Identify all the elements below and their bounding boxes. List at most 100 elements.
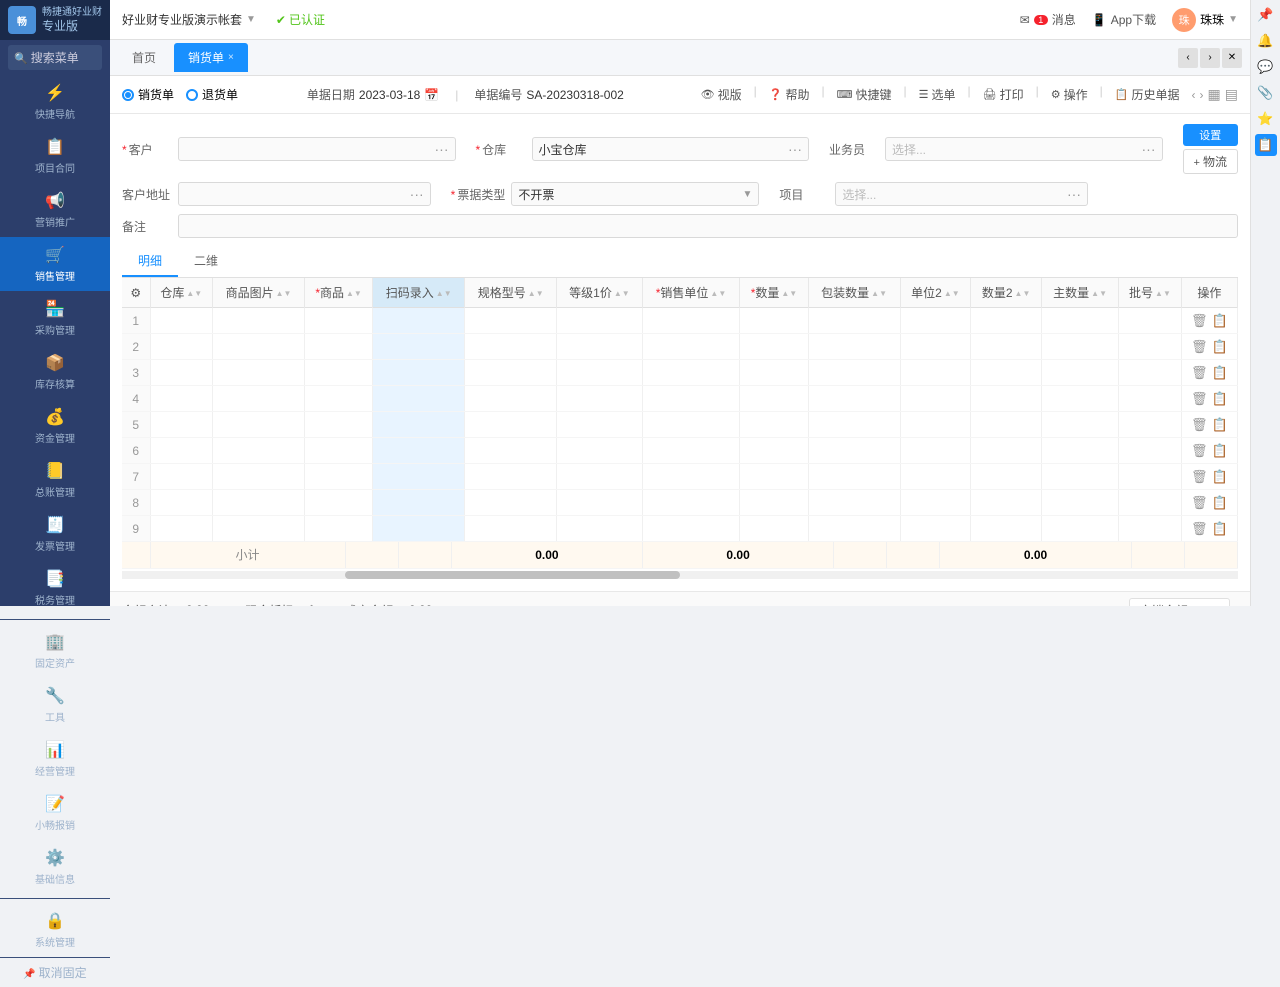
row-product[interactable] bbox=[304, 412, 372, 438]
row-spec[interactable] bbox=[465, 360, 557, 386]
row-image[interactable] bbox=[213, 360, 305, 386]
row-batch-import[interactable] bbox=[373, 308, 465, 334]
row-warehouse[interactable] bbox=[150, 516, 213, 542]
row-qty[interactable] bbox=[740, 412, 808, 438]
row-product[interactable] bbox=[304, 516, 372, 542]
row-sales-unit[interactable] bbox=[642, 412, 740, 438]
address-input[interactable]: ··· bbox=[178, 182, 431, 206]
row-spec[interactable] bbox=[465, 386, 557, 412]
customer-input[interactable]: ··· bbox=[178, 137, 456, 161]
row-sales-unit[interactable] bbox=[642, 386, 740, 412]
table-scrollbar[interactable] bbox=[122, 571, 1238, 579]
sidebar-item-ops[interactable]: 📊 经营管理 bbox=[0, 732, 110, 786]
row-delete-icon[interactable]: 🗑 bbox=[1191, 391, 1208, 407]
row-copy-icon[interactable]: 📋 bbox=[1212, 339, 1228, 355]
row-warehouse[interactable] bbox=[150, 464, 213, 490]
row-delete-icon[interactable]: 🗑 bbox=[1191, 339, 1208, 355]
messages-button[interactable]: ✉ 1 消息 bbox=[1020, 11, 1076, 28]
right-panel-btn-3[interactable]: 💬 bbox=[1255, 56, 1277, 78]
row-copy-icon[interactable]: 📋 bbox=[1212, 365, 1228, 381]
toolbar-grid-btn2[interactable]: ▤ bbox=[1225, 84, 1238, 105]
sidebar-item-quicknav[interactable]: ⚡ 快捷导航 bbox=[0, 75, 110, 129]
row-spec[interactable] bbox=[465, 438, 557, 464]
row-warehouse[interactable] bbox=[150, 334, 213, 360]
row-batch-import[interactable] bbox=[373, 334, 465, 360]
row-batch-import[interactable] bbox=[373, 412, 465, 438]
row-sales-unit[interactable] bbox=[642, 516, 740, 542]
row-price[interactable] bbox=[557, 516, 642, 542]
row-pack-qty[interactable] bbox=[808, 490, 900, 516]
row-warehouse[interactable] bbox=[150, 412, 213, 438]
row-unit2[interactable] bbox=[900, 334, 971, 360]
row-spec[interactable] bbox=[465, 464, 557, 490]
sidebar-item-funds[interactable]: 💰 资金管理 bbox=[0, 399, 110, 453]
salesperson-dots-btn[interactable]: ··· bbox=[1142, 141, 1156, 157]
invoice-select[interactable]: 不开票 ▼ bbox=[511, 182, 759, 206]
row-main-qty[interactable] bbox=[1041, 412, 1118, 438]
right-panel-btn-2[interactable]: 🔔 bbox=[1255, 30, 1277, 52]
tab-prev-button[interactable]: ‹ bbox=[1178, 48, 1198, 68]
row-qty2[interactable] bbox=[971, 438, 1042, 464]
row-batch[interactable] bbox=[1119, 464, 1182, 490]
row-pack-qty[interactable] bbox=[808, 360, 900, 386]
sidebar-item-marketing[interactable]: 📢 营销推广 bbox=[0, 183, 110, 237]
unpin-button[interactable]: 📌 取消固定 bbox=[6, 964, 104, 981]
row-price[interactable] bbox=[557, 360, 642, 386]
row-batch[interactable] bbox=[1119, 360, 1182, 386]
row-unit2[interactable] bbox=[900, 412, 971, 438]
row-image[interactable] bbox=[213, 308, 305, 334]
row-spec[interactable] bbox=[465, 308, 557, 334]
row-main-qty[interactable] bbox=[1041, 360, 1118, 386]
row-main-qty[interactable] bbox=[1041, 516, 1118, 542]
row-qty[interactable] bbox=[740, 490, 808, 516]
row-spec[interactable] bbox=[465, 490, 557, 516]
row-sales-unit[interactable] bbox=[642, 360, 740, 386]
sidebar-item-reports[interactable]: 📝 小畅报销 bbox=[0, 786, 110, 840]
toolbar-history-btn[interactable]: 📋 历史单据 bbox=[1107, 84, 1188, 105]
row-product[interactable] bbox=[304, 438, 372, 464]
row-copy-icon[interactable]: 📋 bbox=[1212, 521, 1228, 537]
row-copy-icon[interactable]: 📋 bbox=[1212, 391, 1228, 407]
row-pack-qty[interactable] bbox=[808, 412, 900, 438]
toolbar-shortcut-btn[interactable]: ⌨ 快捷键 bbox=[829, 84, 900, 105]
row-batch-import[interactable] bbox=[373, 464, 465, 490]
row-delete-icon[interactable]: 🗑 bbox=[1191, 313, 1208, 329]
sidebar-item-assets[interactable]: 🏢 固定资产 bbox=[0, 624, 110, 678]
settings-button[interactable]: 设置 bbox=[1183, 124, 1239, 146]
row-batch[interactable] bbox=[1119, 386, 1182, 412]
sidebar-search-button[interactable]: 🔍 搜索菜单 bbox=[8, 45, 102, 70]
row-delete-icon[interactable]: 🗑 bbox=[1191, 495, 1208, 511]
row-image[interactable] bbox=[213, 490, 305, 516]
right-panel-btn-4[interactable]: 📎 bbox=[1255, 82, 1277, 104]
row-main-qty[interactable] bbox=[1041, 308, 1118, 334]
row-price[interactable] bbox=[557, 386, 642, 412]
row-copy-icon[interactable]: 📋 bbox=[1212, 469, 1228, 485]
row-pack-qty[interactable] bbox=[808, 308, 900, 334]
tab-2d[interactable]: 二维 bbox=[178, 246, 234, 277]
row-copy-icon[interactable]: 📋 bbox=[1212, 313, 1228, 329]
row-qty2[interactable] bbox=[971, 490, 1042, 516]
row-batch[interactable] bbox=[1119, 334, 1182, 360]
tab-detail[interactable]: 明细 bbox=[122, 246, 178, 277]
row-qty2[interactable] bbox=[971, 516, 1042, 542]
row-batch-import[interactable] bbox=[373, 360, 465, 386]
row-spec[interactable] bbox=[465, 334, 557, 360]
user-profile[interactable]: 珠 珠珠 ▼ bbox=[1172, 8, 1238, 32]
radio-sales-order[interactable]: 销货单 bbox=[122, 86, 174, 103]
row-copy-icon[interactable]: 📋 bbox=[1212, 443, 1228, 459]
row-sales-unit[interactable] bbox=[642, 490, 740, 516]
row-price[interactable] bbox=[557, 464, 642, 490]
row-batch-import[interactable] bbox=[373, 386, 465, 412]
row-unit2[interactable] bbox=[900, 438, 971, 464]
sidebar-item-purchase[interactable]: 🏪 采购管理 bbox=[0, 291, 110, 345]
row-spec[interactable] bbox=[465, 412, 557, 438]
toolbar-ops-btn[interactable]: ⚙ 操作 bbox=[1043, 84, 1096, 105]
sidebar-item-accounting[interactable]: 📒 总账管理 bbox=[0, 453, 110, 507]
row-qty2[interactable] bbox=[971, 360, 1042, 386]
row-batch-import[interactable] bbox=[373, 438, 465, 464]
row-product[interactable] bbox=[304, 464, 372, 490]
row-delete-icon[interactable]: 🗑 bbox=[1191, 365, 1208, 381]
sidebar-item-inventory[interactable]: 📦 库存核算 bbox=[0, 345, 110, 399]
row-image[interactable] bbox=[213, 464, 305, 490]
row-image[interactable] bbox=[213, 334, 305, 360]
